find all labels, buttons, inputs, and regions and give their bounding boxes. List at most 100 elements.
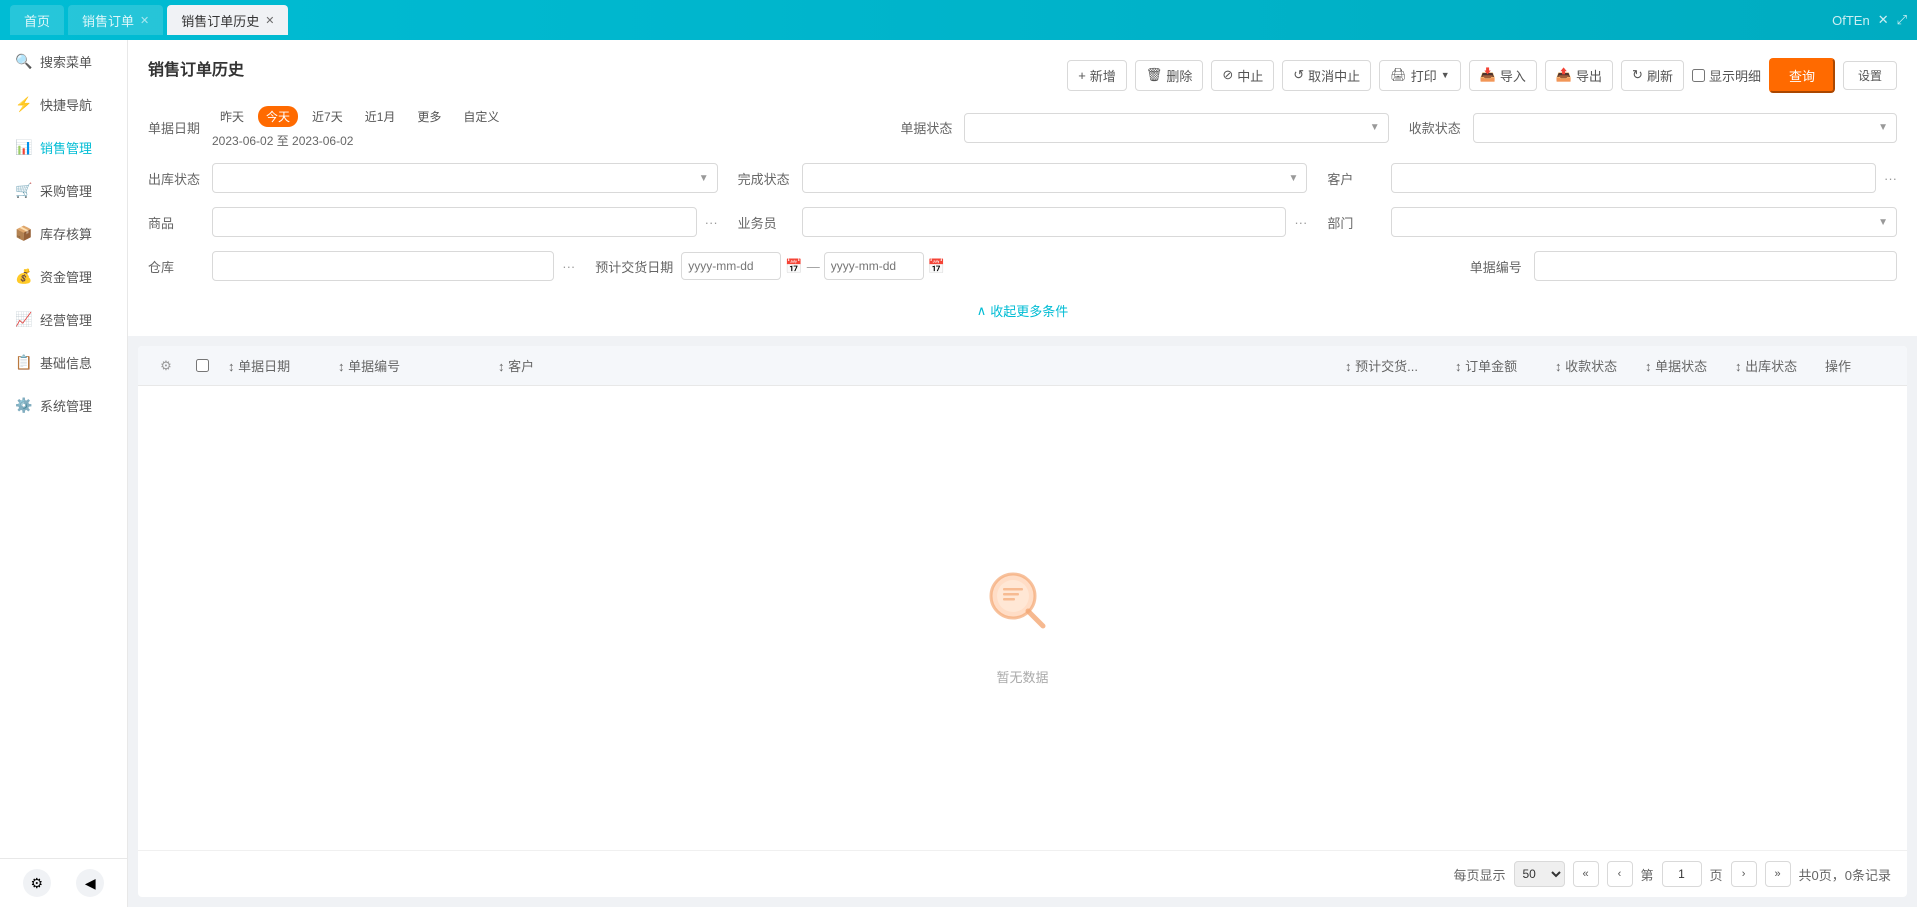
query-button[interactable]: 查询 [1769,58,1835,93]
doc-status-select[interactable]: ▼ [964,113,1388,143]
inventory-icon: 📦 [16,226,32,242]
delivery-date-start-icon[interactable]: 📅 [785,258,802,275]
complete-status-select[interactable]: ▼ [802,163,1308,193]
collapse-bar[interactable]: ∧ 收起更多条件 [148,295,1897,320]
sidebar-item-inventory[interactable]: 📦 库存核算 [0,212,127,255]
salesperson-ellipsis[interactable]: ··· [1294,215,1307,230]
customer-input[interactable] [1391,163,1876,193]
sidebar-item-basic-info-label: 基础信息 [40,353,92,372]
filter-complete-status: 完成状态 ▼ [738,163,1308,193]
import-button[interactable]: 📥 导入 [1469,60,1537,91]
th-number[interactable]: ↕ 单据编号 [330,356,490,375]
delivery-date-end[interactable] [824,252,924,280]
doc-number-input[interactable] [1534,251,1897,281]
delivery-date-group: 📅 — 📅 [681,252,945,280]
department-select[interactable]: ▼ [1391,207,1897,237]
display-toggle[interactable]: 显示明细 [1692,66,1761,85]
date-btn-7days[interactable]: 近7天 [304,106,351,127]
sidebar-item-system[interactable]: ⚙️ 系统管理 [0,384,127,427]
sidebar: 🔍 搜索菜单 ⚡ 快捷导航 📊 销售管理 🛒 采购管理 📦 库存核算 💰 资金管… [0,40,128,907]
payment-status-arrow: ▼ [1878,122,1888,133]
th-amount-label: ↕ 订单金额 [1455,356,1517,375]
delivery-date-label: 预计交货日期 [595,257,673,276]
cancel-stop-button[interactable]: ↺ 取消中止 [1282,60,1371,91]
page-input[interactable] [1662,861,1702,887]
sidebar-item-operations[interactable]: 📈 经营管理 [0,298,127,341]
delivery-date-end-icon[interactable]: 📅 [928,258,945,275]
product-ellipsis[interactable]: ··· [705,215,718,230]
th-doc-status[interactable]: ↕ 单据状态 [1637,356,1727,375]
th-amount[interactable]: ↕ 订单金额 [1447,356,1547,375]
date-btn-more[interactable]: 更多 [409,106,449,127]
filter-date: 单据日期 昨天 今天 近7天 近1月 更多 自定义 2023-06-02 至 2… [148,106,880,149]
refresh-button[interactable]: ↻ 刷新 [1621,60,1684,91]
filter-product: 商品 ··· [148,207,718,237]
th-date[interactable]: ↕ 单据日期 [220,356,330,375]
delete-button[interactable]: 🗑 删除 [1135,60,1204,91]
settings-button[interactable]: 设置 [1843,61,1897,90]
filter-doc-status: 单据状态 ▼ [900,113,1388,143]
th-action-label: 操作 [1825,356,1851,375]
sidebar-collapse-icon[interactable]: ◀ [76,869,104,897]
sidebar-settings-icon[interactable]: ⚙ [23,869,51,897]
print-button[interactable]: 🖨 打印 ▼ [1379,60,1460,91]
select-all-checkbox[interactable] [196,359,209,372]
customer-label: 客户 [1327,169,1383,188]
display-toggle-label: 显示明细 [1709,66,1761,85]
date-btn-today[interactable]: 今天 [258,106,298,127]
salesperson-input[interactable] [802,207,1287,237]
product-label: 商品 [148,213,204,232]
th-settings[interactable]: ⚙ [148,358,184,374]
finance-icon: 💰 [16,269,32,285]
delete-label: 删除 [1166,66,1192,85]
delivery-date-dash: — [807,259,820,274]
th-payment-status[interactable]: ↕ 收款状态 [1547,356,1637,375]
tab-sales-history-close[interactable]: ✕ [265,14,274,27]
outbound-status-select[interactable]: ▼ [212,163,718,193]
prev-page-button[interactable]: ‹ [1607,861,1633,887]
filter-doc-number: 单据编号 [1470,251,1897,281]
tab-sales-order-close[interactable]: ✕ [140,14,149,27]
delivery-date-start[interactable] [681,252,781,280]
table-area: ⚙ ↕ 单据日期 ↕ 单据编号 ↕ 客户 ↕ 预计交货... ↕ 订单金额 [138,346,1907,897]
next-page-button[interactable]: › [1731,861,1757,887]
payment-status-select[interactable]: ▼ [1473,113,1897,143]
warehouse-ellipsis[interactable]: ··· [562,259,575,274]
tab-home[interactable]: 首页 [10,5,64,35]
last-page-button[interactable]: » [1765,861,1791,887]
sidebar-item-sales[interactable]: 📊 销售管理 [0,126,127,169]
th-outbound-status[interactable]: ↕ 出库状态 [1727,356,1817,375]
th-customer[interactable]: ↕ 客户 [490,356,1337,375]
top-bar-close-icon[interactable]: ✕ [1878,12,1889,28]
toolbar: + 新增 🗑 删除 ⊘ 中止 ↺ 取消中止 [1067,58,1897,93]
stop-button[interactable]: ⊘ 中止 [1211,60,1274,91]
th-checkbox[interactable] [184,359,220,372]
sidebar-item-purchase[interactable]: 🛒 采购管理 [0,169,127,212]
sidebar-item-search[interactable]: 🔍 搜索菜单 [0,40,127,83]
top-bar-expand-icon[interactable]: ⤢ [1897,12,1907,28]
add-icon: + [1078,68,1086,83]
product-input[interactable] [212,207,697,237]
sidebar-item-quick-nav[interactable]: ⚡ 快捷导航 [0,83,127,126]
first-page-button[interactable]: « [1573,861,1599,887]
date-btn-1month[interactable]: 近1月 [357,106,404,127]
warehouse-input[interactable] [212,251,554,281]
customer-ellipsis[interactable]: ··· [1884,171,1897,186]
print-icon: 🖨 [1390,67,1407,83]
sidebar-item-finance[interactable]: 💰 资金管理 [0,255,127,298]
tab-sales-history[interactable]: 销售订单历史 ✕ [167,5,288,35]
per-page-select[interactable]: 50 10 20 100 [1514,861,1565,887]
department-arrow: ▼ [1878,217,1888,228]
sidebar-item-operations-label: 经营管理 [40,310,92,329]
display-toggle-checkbox[interactable] [1692,69,1705,82]
sidebar-item-basic-info[interactable]: 📋 基础信息 [0,341,127,384]
date-btn-custom[interactable]: 自定义 [455,106,507,127]
th-delivery[interactable]: ↕ 预计交货... [1337,356,1447,375]
collapse-label: 收起更多条件 [990,301,1068,320]
export-button[interactable]: 📤 导出 [1545,60,1613,91]
date-btn-yesterday[interactable]: 昨天 [212,106,252,127]
tab-sales-order[interactable]: 销售订单 ✕ [68,5,163,35]
per-page-label: 每页显示 [1453,865,1505,884]
add-button[interactable]: + 新增 [1067,60,1127,91]
filter-row-3: 商品 ··· 业务员 ··· 部门 ▼ [148,207,1897,237]
